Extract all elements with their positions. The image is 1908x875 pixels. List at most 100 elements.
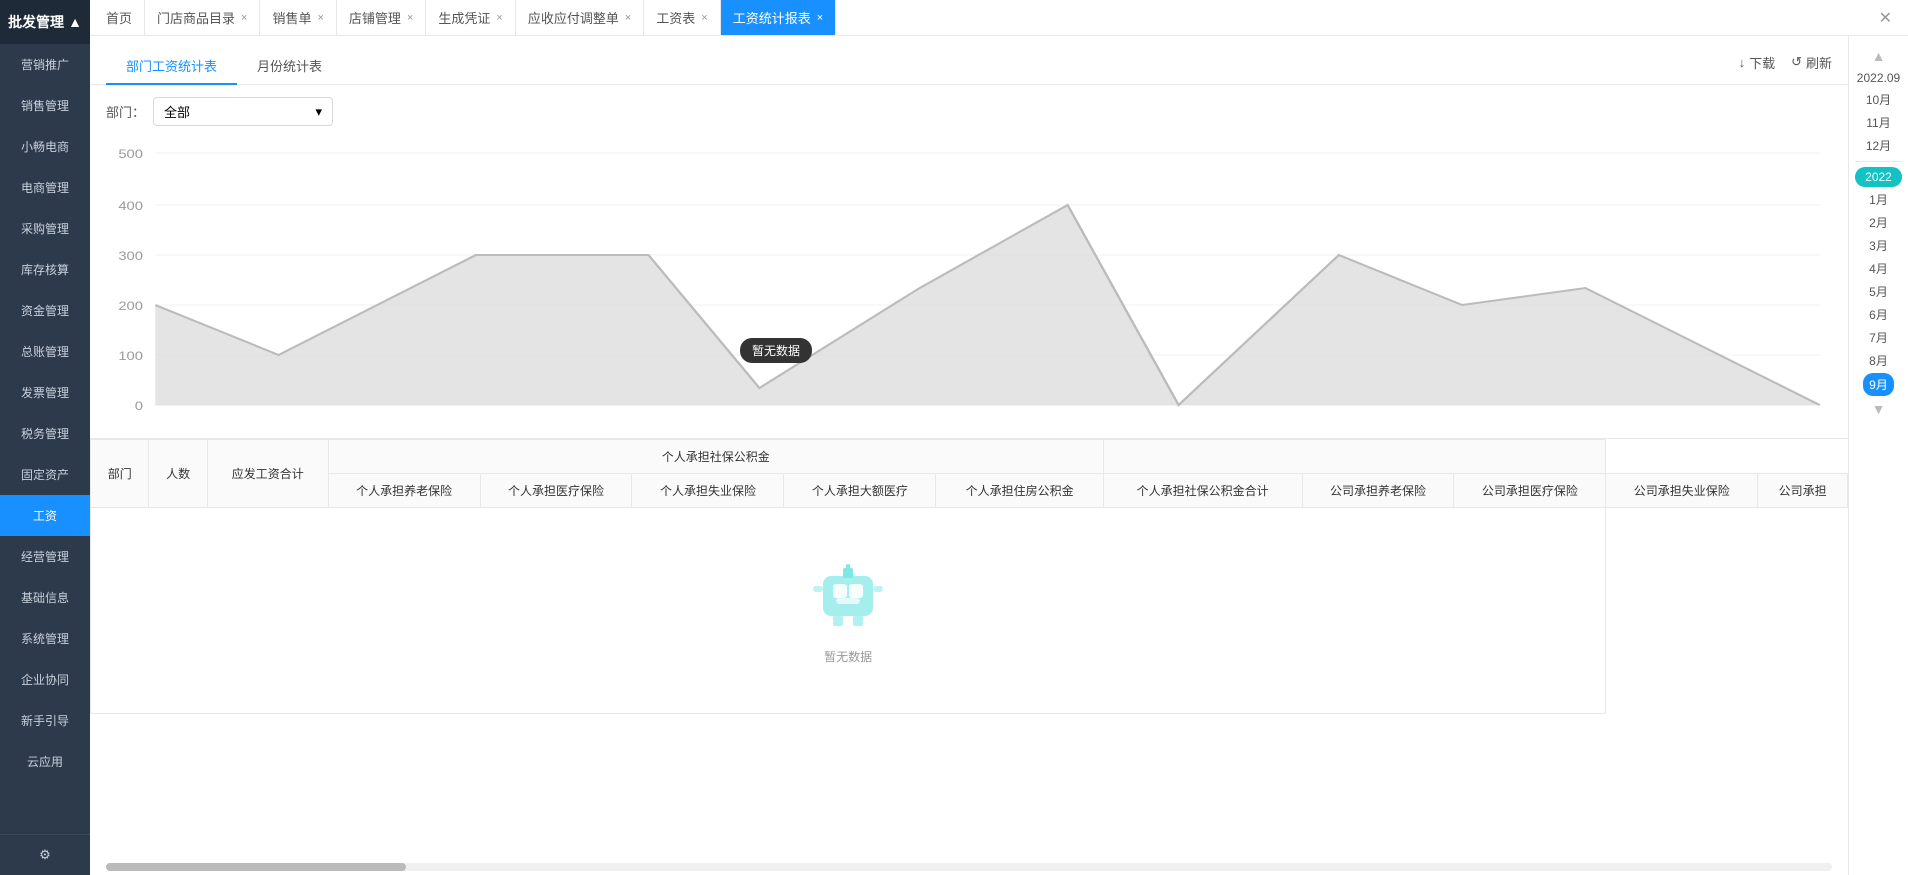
sidebar-item-库存核算[interactable]: 库存核算 xyxy=(0,249,90,290)
tab-label-1: 门店商品目录 xyxy=(157,8,235,27)
sidebar-item-固定资产[interactable]: 固定资产 xyxy=(0,454,90,495)
svg-text:100: 100 xyxy=(118,349,143,362)
tab-bar-close[interactable]: ✕ xyxy=(1867,8,1904,28)
sidebar-item-营销推广[interactable]: 营销推广 xyxy=(0,44,90,85)
th-personal-major-medical: 个人承担大额医疗 xyxy=(784,474,936,508)
th-company-unemployment: 公司承担失业保险 xyxy=(1606,474,1758,508)
timeline-month-8月[interactable]: 8月 xyxy=(1857,349,1900,372)
sidebar-item-总账管理[interactable]: 总账管理 xyxy=(0,331,90,372)
timeline-month-6月[interactable]: 6月 xyxy=(1857,303,1900,326)
tab-close-2[interactable]: × xyxy=(317,12,323,24)
tab-7[interactable]: 工资统计报表× xyxy=(721,0,836,36)
timeline-month-1月[interactable]: 1月 xyxy=(1857,188,1900,211)
tab-2[interactable]: 销售单 × xyxy=(260,0,336,36)
sidebar-item-系统管理[interactable]: 系统管理 xyxy=(0,618,90,659)
chevron-down-icon: ▾ xyxy=(315,104,322,120)
th-company-medical: 公司承担医疗保险 xyxy=(1454,474,1606,508)
timeline-month-3月[interactable]: 3月 xyxy=(1857,234,1900,257)
sidebar-item-基础信息[interactable]: 基础信息 xyxy=(0,577,90,618)
timeline-month-4月[interactable]: 4月 xyxy=(1857,257,1900,280)
tab-4[interactable]: 生成凭证 × xyxy=(426,0,515,36)
tab-close-3[interactable]: × xyxy=(407,12,413,24)
svg-text:500: 500 xyxy=(118,147,143,160)
empty-text: 暂无数据 xyxy=(824,648,872,665)
tab-3[interactable]: 店铺管理× xyxy=(337,0,426,36)
tab-close-6[interactable]: × xyxy=(701,12,707,24)
th-total-salary: 应发工资合计 xyxy=(207,440,328,508)
tab-label-6: 工资表 xyxy=(656,8,695,27)
sidebar-top[interactable]: 批发管理 ▲ xyxy=(0,0,90,44)
th-personal-housing: 个人承担住房公积金 xyxy=(936,474,1104,508)
timeline-panel: ▲ 2022.09 10月11月12月 2022 1月2月3月4月5月6月7月8… xyxy=(1848,36,1908,875)
sidebar-item-采购管理[interactable]: 采购管理 xyxy=(0,208,90,249)
department-filter-label: 部门： xyxy=(106,102,145,121)
timeline-month-5月[interactable]: 5月 xyxy=(1857,280,1900,303)
tab-department-stats[interactable]: 部门工资统计表 xyxy=(106,48,237,85)
horizontal-scrollbar[interactable] xyxy=(106,863,1832,871)
sidebar-item-云应用[interactable]: 云应用 xyxy=(0,741,90,782)
area-chart: 500 400 300 200 100 0 xyxy=(106,138,1832,428)
department-filter-value: 全部 xyxy=(164,102,190,121)
tab-label-2: 销售单 xyxy=(272,8,311,27)
timeline-year-2022[interactable]: 2022.09 xyxy=(1849,68,1908,88)
tab-monthly-stats[interactable]: 月份统计表 xyxy=(237,48,342,85)
settings-button[interactable]: ⚙ xyxy=(0,834,90,875)
sidebar-item-发票管理[interactable]: 发票管理 xyxy=(0,372,90,413)
scrollbar-thumb[interactable] xyxy=(106,863,406,871)
th-personal-total: 个人承担社保公积金合计 xyxy=(1103,474,1302,508)
th-company-other: 公司承担 xyxy=(1758,474,1848,508)
timeline-month-7月[interactable]: 7月 xyxy=(1857,326,1900,349)
sidebar-item-电商管理[interactable]: 电商管理 xyxy=(0,167,90,208)
tab-label-4: 生成凭证 xyxy=(438,8,490,27)
gear-icon: ⚙ xyxy=(39,847,51,862)
sidebar-item-企业协同[interactable]: 企业协同 xyxy=(0,659,90,700)
svg-text:400: 400 xyxy=(118,199,143,212)
refresh-action[interactable]: ↺ 刷新 xyxy=(1791,53,1832,72)
svg-text:300: 300 xyxy=(118,249,143,262)
th-company-pension: 公司承担养老保险 xyxy=(1302,474,1454,508)
th-personal-social: 个人承担社保公积金 xyxy=(328,440,1103,474)
tab-6[interactable]: 工资表 × xyxy=(644,0,720,36)
chart-tooltip: 暂无数据 xyxy=(740,338,812,363)
timeline-month-12月[interactable]: 12月 xyxy=(1860,134,1897,157)
download-action[interactable]: ↓ 下载 xyxy=(1739,53,1776,72)
tab-5[interactable]: 应收应付调整单 × xyxy=(516,0,644,36)
tab-close-4[interactable]: × xyxy=(496,12,502,24)
sidebar-item-资金管理[interactable]: 资金管理 xyxy=(0,290,90,331)
sidebar-item-销售管理[interactable]: 销售管理 xyxy=(0,85,90,126)
timeline-month-2月[interactable]: 2月 xyxy=(1857,211,1900,234)
th-personal-pension: 个人承担养老保险 xyxy=(328,474,480,508)
sidebar-item-新手引导[interactable]: 新手引导 xyxy=(0,700,90,741)
download-label: 下载 xyxy=(1749,53,1775,72)
timeline-month-11月[interactable]: 11月 xyxy=(1860,111,1897,134)
timeline-month-10月[interactable]: 10月 xyxy=(1860,88,1897,111)
timeline-divider xyxy=(1855,161,1902,162)
tab-label-5: 应收应付调整单 xyxy=(528,8,619,27)
refresh-label: 刷新 xyxy=(1806,53,1832,72)
tab-1[interactable]: 门店商品目录 × xyxy=(145,0,260,36)
empty-robot-icon xyxy=(808,556,888,636)
empty-state: 暂无数据 xyxy=(101,516,1595,705)
tab-close-7[interactable]: × xyxy=(817,12,823,24)
tab-0[interactable]: 首页 xyxy=(94,0,145,36)
table-wrapper[interactable]: 部门 人数 应发工资合计 个人承担社保公积金 个人承担养老保险 个人承担医疗保险… xyxy=(90,438,1848,863)
sidebar-item-工资[interactable]: 工资 xyxy=(0,495,90,536)
sidebar-item-小畅电商[interactable]: 小畅电商 xyxy=(0,126,90,167)
th-personal-unemployment: 个人承担失业保险 xyxy=(632,474,784,508)
tab-label-0: 首页 xyxy=(106,8,132,27)
sub-tab-actions: ↓ 下载 ↺ 刷新 xyxy=(1739,53,1832,80)
tab-close-1[interactable]: × xyxy=(241,12,247,24)
filter-row: 部门： 全部 ▾ xyxy=(90,85,1848,138)
department-filter-select[interactable]: 全部 ▾ xyxy=(153,97,333,126)
svg-text:200: 200 xyxy=(118,299,143,312)
sidebar-title: 批发管理 xyxy=(8,12,64,32)
tab-close-5[interactable]: × xyxy=(625,12,631,24)
timeline-month-9月[interactable]: 9月 xyxy=(1863,373,1894,396)
th-count: 人数 xyxy=(149,440,207,508)
sidebar-item-经营管理[interactable]: 经营管理 xyxy=(0,536,90,577)
timeline-year-2022-label[interactable]: 2022 xyxy=(1855,167,1902,187)
sub-tabs: 部门工资统计表 月份统计表 xyxy=(106,48,342,84)
timeline-up-arrow[interactable]: ▲ xyxy=(1868,44,1890,68)
timeline-down-arrow[interactable]: ▼ xyxy=(1868,397,1890,421)
sidebar-item-税务管理[interactable]: 税务管理 xyxy=(0,413,90,454)
